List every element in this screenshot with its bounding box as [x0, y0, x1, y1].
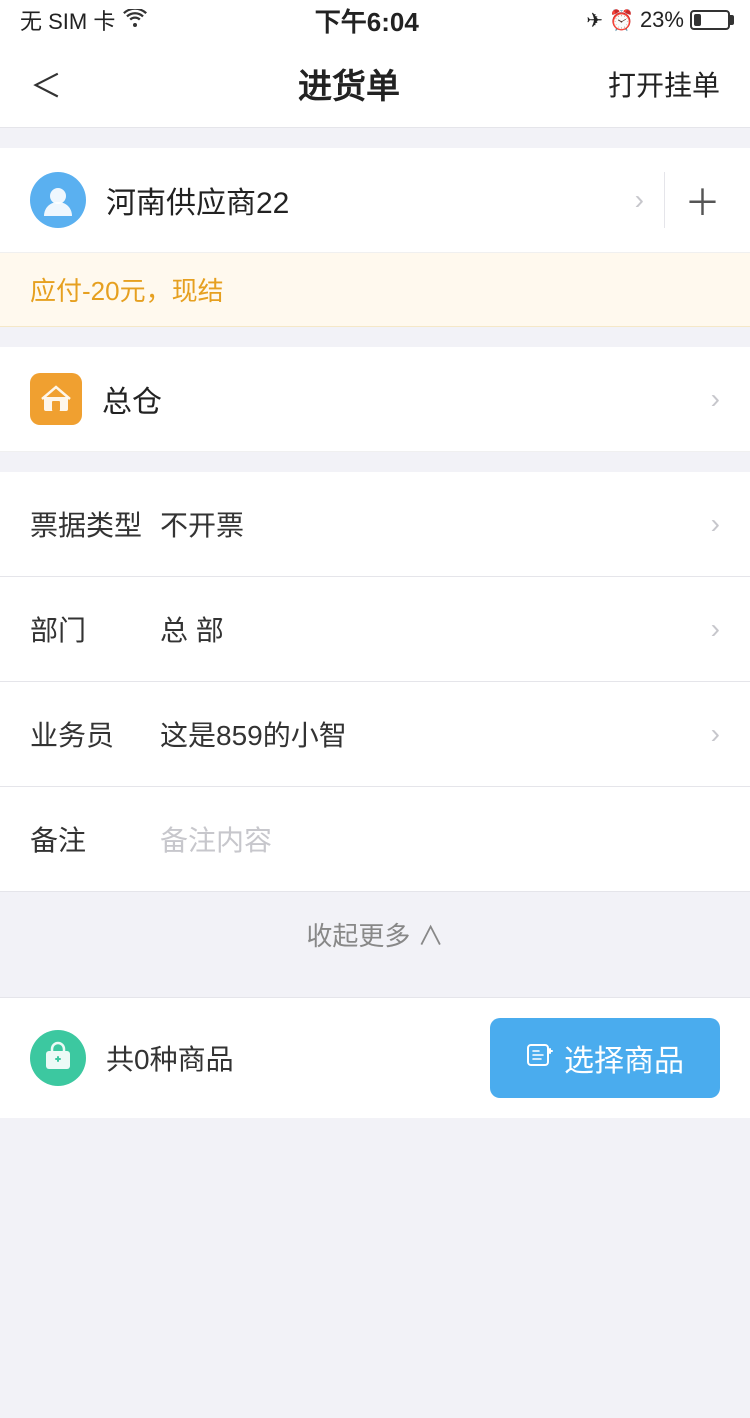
remark-label: 备注: [30, 819, 160, 859]
dept-row[interactable]: 部门 总 部 ›: [0, 577, 750, 682]
collapse-row[interactable]: 收起更多 ∧: [0, 891, 750, 977]
warehouse-name: 总仓: [102, 377, 701, 421]
warehouse-arrow-icon: ›: [711, 383, 720, 415]
remark-row[interactable]: 备注 备注内容: [0, 787, 750, 891]
wifi-icon: [123, 7, 147, 33]
background-filler: [0, 1118, 750, 1418]
form-section: 票据类型 不开票 › 部门 总 部 › 业务员 这是859的小智 › 备注 备注…: [0, 472, 750, 891]
select-product-icon: [526, 1041, 554, 1076]
product-icon: [30, 1030, 86, 1086]
supplier-arrow-icon: ›: [635, 184, 644, 216]
dept-arrow-icon: ›: [711, 613, 720, 645]
warehouse-section: 总仓 ›: [0, 347, 750, 452]
location-icon: ✈: [586, 8, 603, 33]
invoice-value: 不开票: [160, 504, 701, 544]
collapse-label: 收起更多 ∧: [306, 916, 443, 953]
dept-label: 部门: [30, 609, 160, 649]
alarm-icon: ⏰: [609, 8, 634, 33]
battery-icon: [690, 10, 730, 30]
select-product-label: 选择商品: [564, 1036, 684, 1080]
status-time: 下午6:04: [315, 2, 419, 39]
supplier-avatar: [30, 172, 86, 228]
supplier-section: 河南供应商22 › ＋ 应付-20元，现结: [0, 148, 750, 327]
page-title: 进货单: [298, 59, 400, 108]
supplier-name: 河南供应商22: [106, 178, 635, 222]
sales-label: 业务员: [30, 714, 160, 754]
select-product-button[interactable]: 选择商品: [490, 1018, 720, 1098]
back-button[interactable]: ＜: [30, 61, 90, 107]
status-right: ✈ ⏰ 23%: [586, 7, 730, 33]
open-pending-button[interactable]: 打开挂单: [608, 64, 720, 104]
nav-bar: ＜ 进货单 打开挂单: [0, 40, 750, 128]
battery-percent: 23%: [640, 7, 684, 33]
section-gap-2: [0, 327, 750, 347]
invoice-label: 票据类型: [30, 504, 160, 544]
product-bar: 共0种商品 选择商品: [0, 997, 750, 1118]
notice-text: 应付-20元，现结: [30, 276, 224, 306]
sim-status: 无 SIM 卡: [20, 4, 115, 36]
status-bar: 无 SIM 卡 下午6:04 ✈ ⏰ 23%: [0, 0, 750, 40]
remark-input[interactable]: 备注内容: [160, 819, 720, 859]
sales-arrow-icon: ›: [711, 718, 720, 750]
invoice-row[interactable]: 票据类型 不开票 ›: [0, 472, 750, 577]
sales-row[interactable]: 业务员 这是859的小智 ›: [0, 682, 750, 787]
battery-fill: [694, 14, 701, 26]
warehouse-icon: [30, 373, 82, 425]
supplier-row[interactable]: 河南供应商22 › ＋: [0, 148, 750, 253]
status-left: 无 SIM 卡: [20, 4, 147, 36]
section-gap-1: [0, 128, 750, 148]
invoice-arrow-icon: ›: [711, 508, 720, 540]
notice-banner: 应付-20元，现结: [0, 253, 750, 327]
sales-value: 这是859的小智: [160, 714, 701, 754]
add-supplier-button[interactable]: ＋: [664, 172, 720, 228]
product-count: 共0种商品: [106, 1038, 490, 1078]
section-gap-4: [0, 977, 750, 997]
dept-value: 总 部: [160, 609, 701, 649]
section-gap-3: [0, 452, 750, 472]
warehouse-row[interactable]: 总仓 ›: [0, 347, 750, 452]
